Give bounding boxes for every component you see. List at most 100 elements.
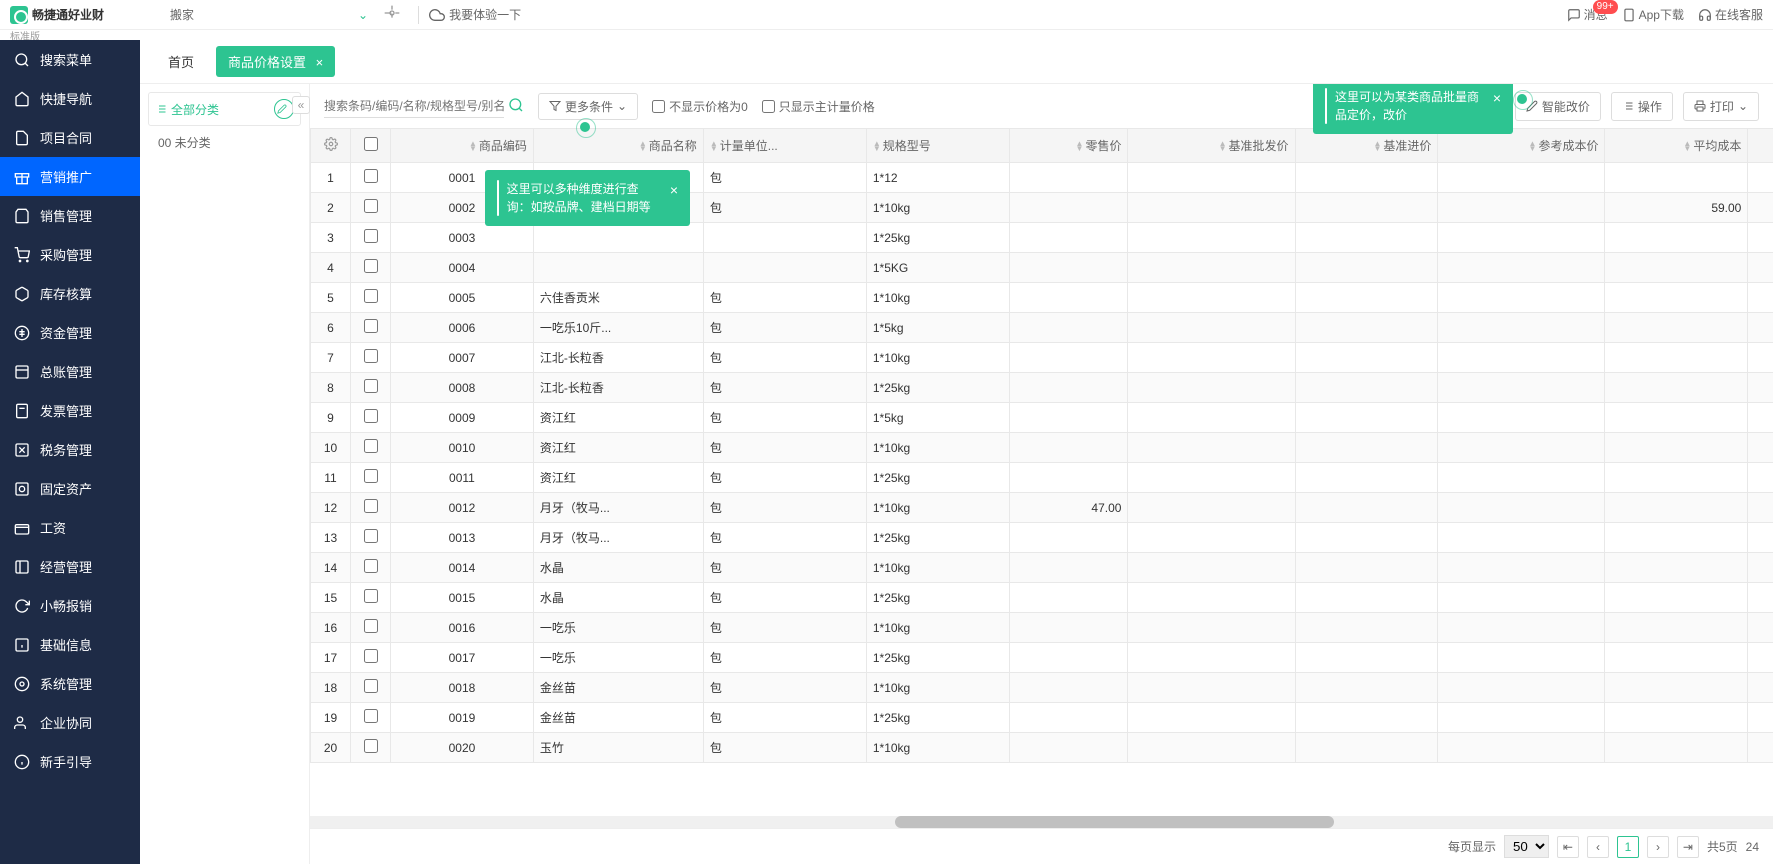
row-checkbox[interactable] [364, 349, 378, 363]
table-row[interactable]: 150015水晶包1*25kg113.00 [311, 583, 1773, 613]
sidebar-item-8[interactable]: 总账管理 [0, 352, 140, 391]
chevron-down-icon[interactable]: ⌄ [358, 8, 368, 22]
page-current[interactable]: 1 [1617, 836, 1639, 858]
gear-icon[interactable] [384, 5, 400, 24]
hide-zero-checkbox[interactable] [652, 100, 665, 113]
page-prev[interactable]: ‹ [1587, 836, 1609, 858]
online-service-button[interactable]: 在线客服 [1698, 6, 1763, 23]
print-button[interactable]: 打印 ⌄ [1683, 92, 1759, 121]
cell-check[interactable] [351, 703, 391, 733]
cell-check[interactable] [351, 613, 391, 643]
row-checkbox[interactable] [364, 469, 378, 483]
cell-check[interactable] [351, 313, 391, 343]
close-icon[interactable]: × [316, 55, 324, 70]
close-icon[interactable]: × [1493, 88, 1501, 109]
row-checkbox[interactable] [364, 319, 378, 333]
table-row[interactable]: 200020玉竹包1*10kg43.00 [311, 733, 1773, 763]
table-row[interactable]: 400041*5KG23.00 [311, 253, 1773, 283]
category-all[interactable]: 全部分类 [148, 92, 301, 126]
scrollbar-thumb[interactable] [895, 816, 1334, 828]
table-row[interactable]: 70007江北-长粒香包1*10kg42.20 [311, 343, 1773, 373]
operate-button[interactable]: 操作 [1611, 92, 1673, 121]
row-checkbox[interactable] [364, 229, 378, 243]
table-row[interactable]: 100010资江红包1*10kg51.00 [311, 433, 1773, 463]
check-all[interactable] [364, 137, 378, 151]
table-row[interactable]: 110011资江红包1*25kg126.50 [311, 463, 1773, 493]
sidebar-item-13[interactable]: 经营管理 [0, 547, 140, 586]
row-checkbox[interactable] [364, 439, 378, 453]
sidebar-item-14[interactable]: 小畅报销 [0, 586, 140, 625]
row-checkbox[interactable] [364, 169, 378, 183]
cell-check[interactable] [351, 463, 391, 493]
close-icon[interactable]: × [670, 180, 678, 201]
sidebar-item-2[interactable]: 项目合同 [0, 118, 140, 157]
col-check[interactable] [351, 129, 391, 163]
horizontal-scrollbar[interactable] [310, 816, 1773, 828]
table-row[interactable]: 300031*25kg126.00 [311, 223, 1773, 253]
col-retail[interactable]: ▲▼零售价 [1009, 129, 1128, 163]
hide-zero-check[interactable]: 不显示价格为0 [652, 98, 748, 115]
table-row[interactable]: 120012月牙（牧马...包1*10kg47.0043.00 [311, 493, 1773, 523]
table-row[interactable]: 60006一吃乐10斤...包1*5kg109.00 [311, 313, 1773, 343]
col-latest[interactable]: ▲▼最新进价 [1748, 129, 1773, 163]
category-item[interactable]: 00 未分类 [148, 126, 301, 159]
row-checkbox[interactable] [364, 679, 378, 693]
col-name[interactable]: ▲▼商品名称 [533, 129, 703, 163]
row-checkbox[interactable] [364, 619, 378, 633]
app-download-button[interactable]: App下载 [1622, 6, 1684, 23]
message-button[interactable]: 消息 99+ [1567, 6, 1608, 23]
cell-check[interactable] [351, 523, 391, 553]
cell-check[interactable] [351, 373, 391, 403]
cell-check[interactable] [351, 223, 391, 253]
row-checkbox[interactable] [364, 589, 378, 603]
table-row[interactable]: 190019金丝苗包1*25kg106.00 [311, 703, 1773, 733]
row-checkbox[interactable] [364, 289, 378, 303]
sidebar-item-10[interactable]: 税务管理 [0, 430, 140, 469]
cell-check[interactable] [351, 643, 391, 673]
table-row[interactable]: 50005六佳香贡米包1*10kg41.20 [311, 283, 1773, 313]
row-checkbox[interactable] [364, 649, 378, 663]
edit-icon[interactable] [274, 99, 294, 119]
table-row[interactable]: 80008江北-长粒香包1*25kg112.00 [311, 373, 1773, 403]
row-checkbox[interactable] [364, 409, 378, 423]
sidebar-item-6[interactable]: 库存核算 [0, 274, 140, 313]
only-main-unit-check[interactable]: 只显示主计量价格 [762, 98, 875, 115]
sidebar-item-17[interactable]: 企业协同 [0, 703, 140, 742]
cell-check[interactable] [351, 163, 391, 193]
sidebar-item-16[interactable]: 系统管理 [0, 664, 140, 703]
cell-check[interactable] [351, 553, 391, 583]
cell-check[interactable] [351, 343, 391, 373]
sidebar-item-18[interactable]: 新手引导 [0, 742, 140, 781]
cell-check[interactable] [351, 433, 391, 463]
table-row[interactable]: 180018金丝苗包1*10kg43.00 [311, 673, 1773, 703]
col-whole[interactable]: ▲▼基准批发价 [1128, 129, 1295, 163]
sidebar-item-3[interactable]: 营销推广 [0, 157, 140, 196]
table-row[interactable]: 170017一吃乐包1*25kg105.00 [311, 643, 1773, 673]
sidebar-item-12[interactable]: 工资 [0, 508, 140, 547]
search-input[interactable] [324, 95, 504, 118]
cell-check[interactable] [351, 673, 391, 703]
row-checkbox[interactable] [364, 259, 378, 273]
sidebar-item-7[interactable]: 资金管理 [0, 313, 140, 352]
row-checkbox[interactable] [364, 379, 378, 393]
cell-check[interactable] [351, 403, 391, 433]
table-row[interactable]: 130013月牙（牧马...包1*25kg107.00 [311, 523, 1773, 553]
cell-check[interactable] [351, 583, 391, 613]
per-page-select[interactable]: 50 [1504, 835, 1549, 858]
collapse-icon[interactable]: « [292, 96, 310, 114]
cell-check[interactable] [351, 283, 391, 313]
sidebar-item-1[interactable]: 快捷导航 [0, 79, 140, 118]
page-last[interactable]: ⇥ [1677, 836, 1699, 858]
sidebar-item-5[interactable]: 采购管理 [0, 235, 140, 274]
table-row[interactable]: 90009资江红包1*5kg32.00 [311, 403, 1773, 433]
only-main-unit-checkbox[interactable] [762, 100, 775, 113]
table-wrapper[interactable]: ▲▼商品编码 ▲▼商品名称 ▲▼计量单位... ▲▼规格型号 ▲▼零售价 ▲▼基… [310, 128, 1773, 816]
cell-check[interactable] [351, 193, 391, 223]
page-first[interactable]: ⇤ [1557, 836, 1579, 858]
sidebar-item-0[interactable]: 搜索菜单 [0, 40, 140, 79]
sidebar-item-9[interactable]: 发票管理 [0, 391, 140, 430]
sidebar-item-11[interactable]: 固定资产 [0, 469, 140, 508]
cell-check[interactable] [351, 733, 391, 763]
cell-check[interactable] [351, 493, 391, 523]
sidebar-item-4[interactable]: 销售管理 [0, 196, 140, 235]
